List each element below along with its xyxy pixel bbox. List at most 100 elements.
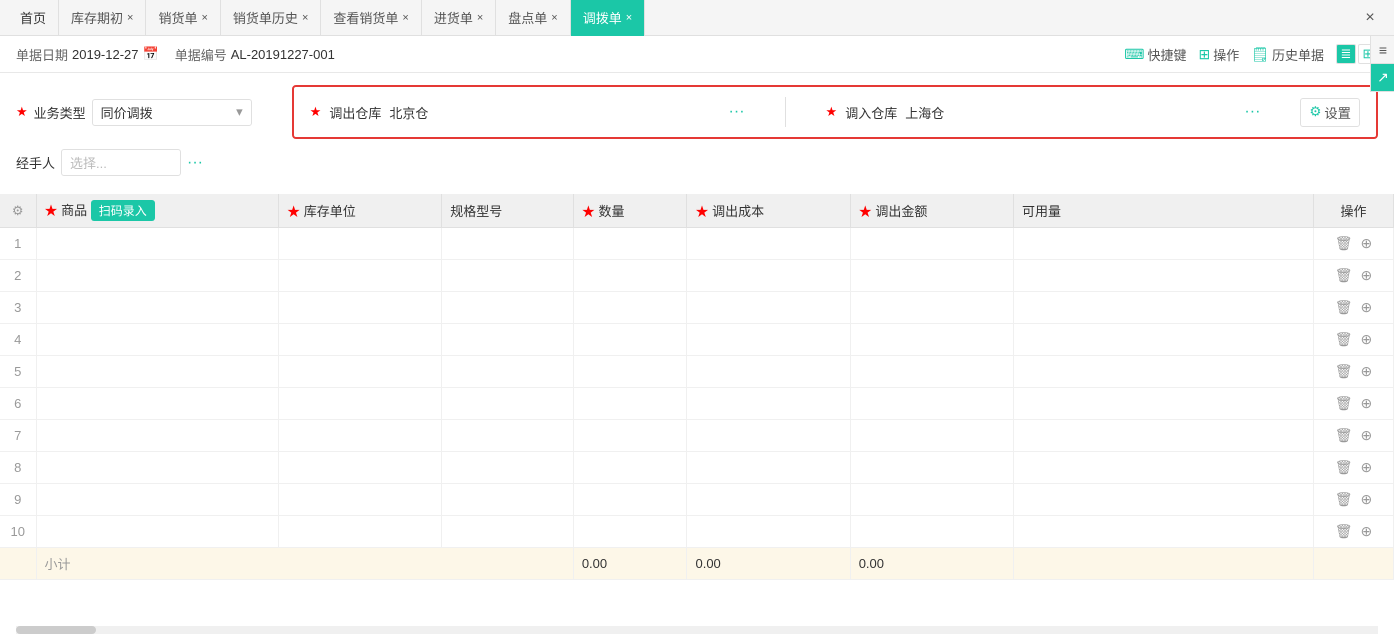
product-cell[interactable] (36, 420, 279, 452)
qty-cell[interactable] (573, 388, 687, 420)
product-cell[interactable] (36, 484, 279, 516)
cost-cell[interactable] (687, 420, 850, 452)
spec-cell[interactable] (442, 324, 574, 356)
unit-cell[interactable] (279, 356, 442, 388)
unit-cell[interactable] (279, 260, 442, 292)
spec-cell[interactable] (442, 420, 574, 452)
tab-transfer-order-close[interactable]: × (626, 12, 632, 24)
amount-cell[interactable] (850, 452, 1013, 484)
delete-btn[interactable]: 🗑 (1333, 457, 1355, 478)
copy-btn[interactable]: ⊕ (1359, 425, 1375, 446)
amount-cell[interactable] (850, 228, 1013, 260)
delete-btn[interactable]: 🗑 (1333, 233, 1355, 254)
cost-cell[interactable] (687, 388, 850, 420)
copy-btn[interactable]: ⊕ (1359, 393, 1375, 414)
unit-cell[interactable] (279, 452, 442, 484)
col-settings[interactable]: ⚙ (0, 194, 36, 228)
product-cell[interactable] (36, 388, 279, 420)
copy-btn[interactable]: ⊕ (1359, 233, 1375, 254)
agent-select[interactable]: 选择... (61, 149, 181, 176)
scan-button[interactable]: 扫码录入 (91, 200, 155, 221)
copy-btn[interactable]: ⊕ (1359, 457, 1375, 478)
tab-inventory-check-close[interactable]: × (551, 12, 557, 24)
tab-purchase-order-close[interactable]: × (477, 12, 483, 24)
product-cell[interactable] (36, 292, 279, 324)
history-btn[interactable]: 🗒 历史单据 (1251, 45, 1324, 64)
tab-sales-history[interactable]: 销货单历史 × (221, 0, 321, 36)
tab-sales-history-close[interactable]: × (302, 12, 308, 24)
scroll-thumb[interactable] (16, 626, 96, 634)
delete-btn[interactable]: 🗑 (1333, 297, 1355, 318)
tab-transfer-order[interactable]: 调拨单 × (571, 0, 645, 36)
operations-btn[interactable]: ⊞ 操作 (1198, 45, 1239, 64)
spec-cell[interactable] (442, 260, 574, 292)
delete-btn[interactable]: 🗑 (1333, 265, 1355, 286)
product-cell[interactable] (36, 452, 279, 484)
copy-btn[interactable]: ⊕ (1359, 489, 1375, 510)
spec-cell[interactable] (442, 516, 574, 548)
cost-cell[interactable] (687, 356, 850, 388)
cost-cell[interactable] (687, 516, 850, 548)
amount-cell[interactable] (850, 388, 1013, 420)
amount-cell[interactable] (850, 324, 1013, 356)
amount-cell[interactable] (850, 516, 1013, 548)
copy-btn[interactable]: ⊕ (1359, 361, 1375, 382)
spec-cell[interactable] (442, 388, 574, 420)
qty-cell[interactable] (573, 260, 687, 292)
unit-cell[interactable] (279, 228, 442, 260)
grid-lines-toggle[interactable]: ≣ (1336, 44, 1356, 64)
cost-cell[interactable] (687, 228, 850, 260)
cost-cell[interactable] (687, 292, 850, 324)
unit-cell[interactable] (279, 388, 442, 420)
cost-cell[interactable] (687, 484, 850, 516)
settings-button[interactable]: ⚙ 设置 (1300, 98, 1360, 127)
delete-btn[interactable]: 🗑 (1333, 329, 1355, 350)
spec-cell[interactable] (442, 452, 574, 484)
tab-sales-order[interactable]: 销货单 × (146, 0, 220, 36)
copy-btn[interactable]: ⊕ (1359, 265, 1375, 286)
tab-view-sales[interactable]: 查看销货单 × (321, 0, 421, 36)
copy-btn[interactable]: ⊕ (1359, 297, 1375, 318)
cost-cell[interactable] (687, 452, 850, 484)
tab-inventory-check[interactable]: 盘点单 × (496, 0, 570, 36)
cost-cell[interactable] (687, 260, 850, 292)
sidebar-export-icon[interactable]: ↗ (1371, 64, 1394, 92)
delete-btn[interactable]: 🗑 (1333, 361, 1355, 382)
amount-cell[interactable] (850, 420, 1013, 452)
close-all-tabs[interactable]: × (1354, 2, 1386, 34)
tab-inventory-init[interactable]: 库存期初 × (59, 0, 146, 36)
delete-btn[interactable]: 🗑 (1333, 425, 1355, 446)
tab-inventory-init-close[interactable]: × (127, 12, 133, 24)
qty-cell[interactable] (573, 324, 687, 356)
product-cell[interactable] (36, 260, 279, 292)
copy-btn[interactable]: ⊕ (1359, 329, 1375, 350)
tab-home[interactable]: 首页 (8, 0, 59, 36)
amount-cell[interactable] (850, 292, 1013, 324)
product-cell[interactable] (36, 228, 279, 260)
tab-sales-order-close[interactable]: × (201, 12, 207, 24)
horizontal-scrollbar[interactable] (16, 626, 1378, 634)
unit-cell[interactable] (279, 292, 442, 324)
tab-purchase-order[interactable]: 进货单 × (422, 0, 496, 36)
cost-cell[interactable] (687, 324, 850, 356)
spec-cell[interactable] (442, 356, 574, 388)
qty-cell[interactable] (573, 292, 687, 324)
warehouse-in-dots[interactable]: ··· (1244, 103, 1260, 121)
unit-cell[interactable] (279, 484, 442, 516)
agent-dots[interactable]: ··· (187, 154, 203, 172)
unit-cell[interactable] (279, 516, 442, 548)
business-type-select[interactable]: 同价调拨 ▾ (92, 99, 252, 126)
product-cell[interactable] (36, 516, 279, 548)
sidebar-list-icon[interactable]: ≡ (1371, 36, 1394, 64)
qty-cell[interactable] (573, 484, 687, 516)
unit-cell[interactable] (279, 420, 442, 452)
delete-btn[interactable]: 🗑 (1333, 393, 1355, 414)
amount-cell[interactable] (850, 260, 1013, 292)
qty-cell[interactable] (573, 228, 687, 260)
spec-cell[interactable] (442, 228, 574, 260)
amount-cell[interactable] (850, 356, 1013, 388)
spec-cell[interactable] (442, 292, 574, 324)
qty-cell[interactable] (573, 420, 687, 452)
qty-cell[interactable] (573, 356, 687, 388)
copy-btn[interactable]: ⊕ (1359, 521, 1375, 542)
